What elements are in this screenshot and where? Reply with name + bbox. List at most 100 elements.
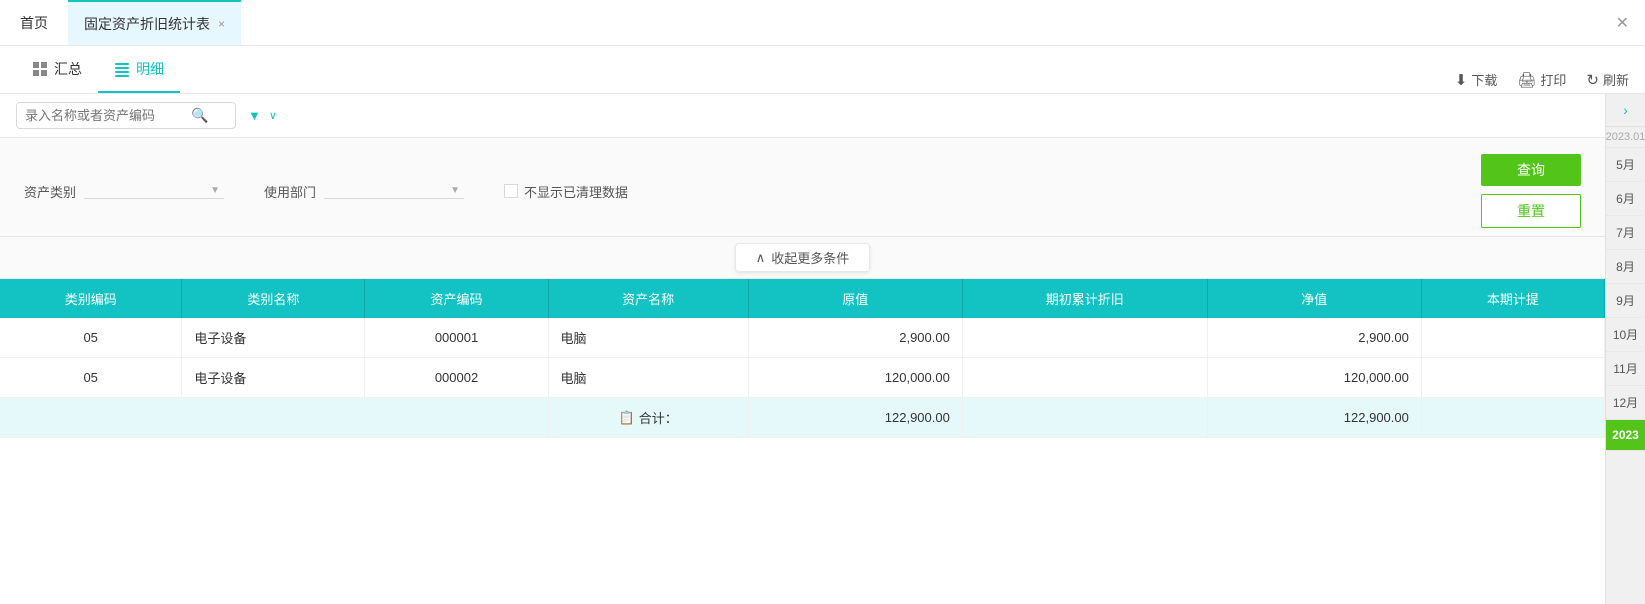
collapse-row: ∧ 收起更多条件 <box>0 237 1605 279</box>
refresh-btn[interactable]: ↻ 刷新 <box>1586 70 1629 89</box>
cell-accumulated-depreciation <box>962 318 1207 358</box>
table-wrap: 类别编码 类别名称 资产编码 资产名称 原值 期初累计折旧 净值 本期计提 05… <box>0 279 1605 604</box>
use-department-select[interactable]: ▼ <box>324 183 464 199</box>
summary-icon: 📋 <box>619 410 635 426</box>
search-input[interactable] <box>25 108 185 123</box>
cell-category-name: 电子设备 <box>182 358 365 398</box>
summary-label-text: 📋 合计： <box>548 398 748 438</box>
nav-tab-active[interactable]: 固定资产折旧统计表 × <box>68 0 241 45</box>
more-conditions-btn[interactable]: ▼ ∨ <box>248 108 277 123</box>
toolbar-actions: ⬇ 下载 🖨 打印 ↻ 刷新 <box>1455 70 1629 93</box>
month-item[interactable]: 5月 <box>1606 148 1645 182</box>
cell-category-name: 电子设备 <box>182 318 365 358</box>
th-category-code: 类别编码 <box>0 279 182 318</box>
tab-detail-label: 明细 <box>136 59 164 79</box>
cell-category-code: 05 <box>0 358 182 398</box>
top-nav: 首页 固定资产折旧统计表 × ✕ <box>0 0 1645 46</box>
toolbar-tabs: 汇总 明细 ⬇ 下载 🖨 打印 ↻ 刷新 <box>0 46 1645 94</box>
summary-original-value: 122,900.00 <box>748 398 962 438</box>
collapse-up-icon: ∧ <box>756 250 766 266</box>
filter-panel: 资产类别 ▼ 使用部门 ▼ 不显示已清理数据 <box>0 138 1605 237</box>
month-item[interactable]: 7月 <box>1606 216 1645 250</box>
table-header-row: 类别编码 类别名称 资产编码 资产名称 原值 期初累计折旧 净值 本期计提 <box>0 279 1605 318</box>
filter-asset-category: 资产类别 ▼ <box>24 182 224 201</box>
nav-home[interactable]: 首页 <box>0 0 68 45</box>
cell-asset-name: 电脑 <box>548 358 748 398</box>
cell-asset-name: 电脑 <box>548 318 748 358</box>
table-row: 05 电子设备 000002 电脑 120,000.00 120,000.00 <box>0 358 1605 398</box>
collapse-label: 收起更多条件 <box>771 248 849 267</box>
cell-original-value: 2,900.00 <box>748 318 962 358</box>
month-list: 5月6月7月8月9月10月11月12月2023 <box>1606 148 1645 451</box>
filter-use-department: 使用部门 ▼ <box>264 182 464 201</box>
download-btn[interactable]: ⬇ 下载 <box>1455 70 1498 89</box>
content-area: 🔍 ▼ ∨ 资产类别 ▼ 使用部门 <box>0 94 1605 604</box>
sidebar-expand-btn[interactable]: › <box>1606 94 1645 127</box>
print-icon: 🖨 <box>1517 71 1536 89</box>
table-row: 05 电子设备 000001 电脑 2,900.00 2,900.00 <box>0 318 1605 358</box>
tab-summary-label: 汇总 <box>54 59 82 79</box>
print-btn[interactable]: 🖨 打印 <box>1517 70 1566 89</box>
no-cleared-checkbox-item[interactable]: 不显示已清理数据 <box>504 182 628 201</box>
summary-net-value: 122,900.00 <box>1207 398 1421 438</box>
tab-close-btn[interactable]: × <box>218 17 225 31</box>
cell-current-depreciation <box>1421 358 1604 398</box>
refresh-label: 刷新 <box>1603 70 1629 89</box>
asset-category-chevron: ▼ <box>210 185 220 196</box>
th-asset-name: 资产名称 <box>548 279 748 318</box>
chevron-down-icon: ∨ <box>269 109 277 122</box>
cell-asset-code: 000001 <box>365 318 548 358</box>
data-table: 类别编码 类别名称 资产编码 资产名称 原值 期初累计折旧 净值 本期计提 05… <box>0 279 1605 438</box>
month-item[interactable]: 9月 <box>1606 284 1645 318</box>
search-icon: 🔍 <box>191 107 208 124</box>
summary-label-cell <box>0 398 548 438</box>
window-close-btn[interactable]: ✕ <box>1616 13 1645 33</box>
filter-buttons: 查询 重置 <box>1481 154 1581 228</box>
year-badge[interactable]: 2023 <box>1606 420 1645 451</box>
download-icon: ⬇ <box>1455 71 1468 89</box>
collapse-btn[interactable]: ∧ 收起更多条件 <box>735 243 871 272</box>
th-asset-code: 资产编码 <box>365 279 548 318</box>
detail-icon <box>114 61 130 77</box>
no-cleared-checkbox[interactable] <box>504 184 518 198</box>
main-area: 🔍 ▼ ∨ 资产类别 ▼ 使用部门 <box>0 94 1645 604</box>
refresh-icon: ↻ <box>1586 71 1599 89</box>
th-current-depreciation: 本期计提 <box>1421 279 1604 318</box>
cell-asset-code: 000002 <box>365 358 548 398</box>
tab-detail[interactable]: 明细 <box>98 46 180 93</box>
cell-category-code: 05 <box>0 318 182 358</box>
print-label: 打印 <box>1540 70 1566 89</box>
month-item[interactable]: 11月 <box>1606 352 1645 386</box>
th-original-value: 原值 <box>748 279 962 318</box>
cell-original-value: 120,000.00 <box>748 358 962 398</box>
asset-category-select[interactable]: ▼ <box>84 183 224 199</box>
nav-tab-label: 固定资产折旧统计表 <box>84 14 210 34</box>
use-department-label: 使用部门 <box>264 182 316 201</box>
summary-current-depreciation <box>1421 398 1604 438</box>
filter-icon: ▼ <box>248 108 261 123</box>
th-category-name: 类别名称 <box>182 279 365 318</box>
month-item[interactable]: 10月 <box>1606 318 1645 352</box>
summary-text: 合计： <box>639 408 678 427</box>
no-cleared-label: 不显示已清理数据 <box>524 182 628 201</box>
cell-current-depreciation <box>1421 318 1604 358</box>
use-department-chevron: ▼ <box>450 185 460 196</box>
search-bar: 🔍 ▼ ∨ <box>0 94 1605 138</box>
tab-summary[interactable]: 汇总 <box>16 46 98 93</box>
date-display: 2023.01 <box>1604 127 1645 148</box>
cell-net-value: 120,000.00 <box>1207 358 1421 398</box>
query-button[interactable]: 查询 <box>1481 154 1581 186</box>
download-label: 下载 <box>1471 70 1497 89</box>
search-input-wrap[interactable]: 🔍 <box>16 102 236 129</box>
cell-net-value: 2,900.00 <box>1207 318 1421 358</box>
month-item[interactable]: 12月 <box>1606 386 1645 420</box>
summary-row: 📋 合计： 122,900.00 122,900.00 <box>0 398 1605 438</box>
th-accumulated-depreciation: 期初累计折旧 <box>962 279 1207 318</box>
asset-category-label: 资产类别 <box>24 182 76 201</box>
month-item[interactable]: 6月 <box>1606 182 1645 216</box>
reset-button[interactable]: 重置 <box>1481 194 1581 228</box>
summary-icon <box>32 61 48 77</box>
month-item[interactable]: 8月 <box>1606 250 1645 284</box>
filter-row: 资产类别 ▼ 使用部门 ▼ 不显示已清理数据 <box>24 154 1581 228</box>
th-net-value: 净值 <box>1207 279 1421 318</box>
